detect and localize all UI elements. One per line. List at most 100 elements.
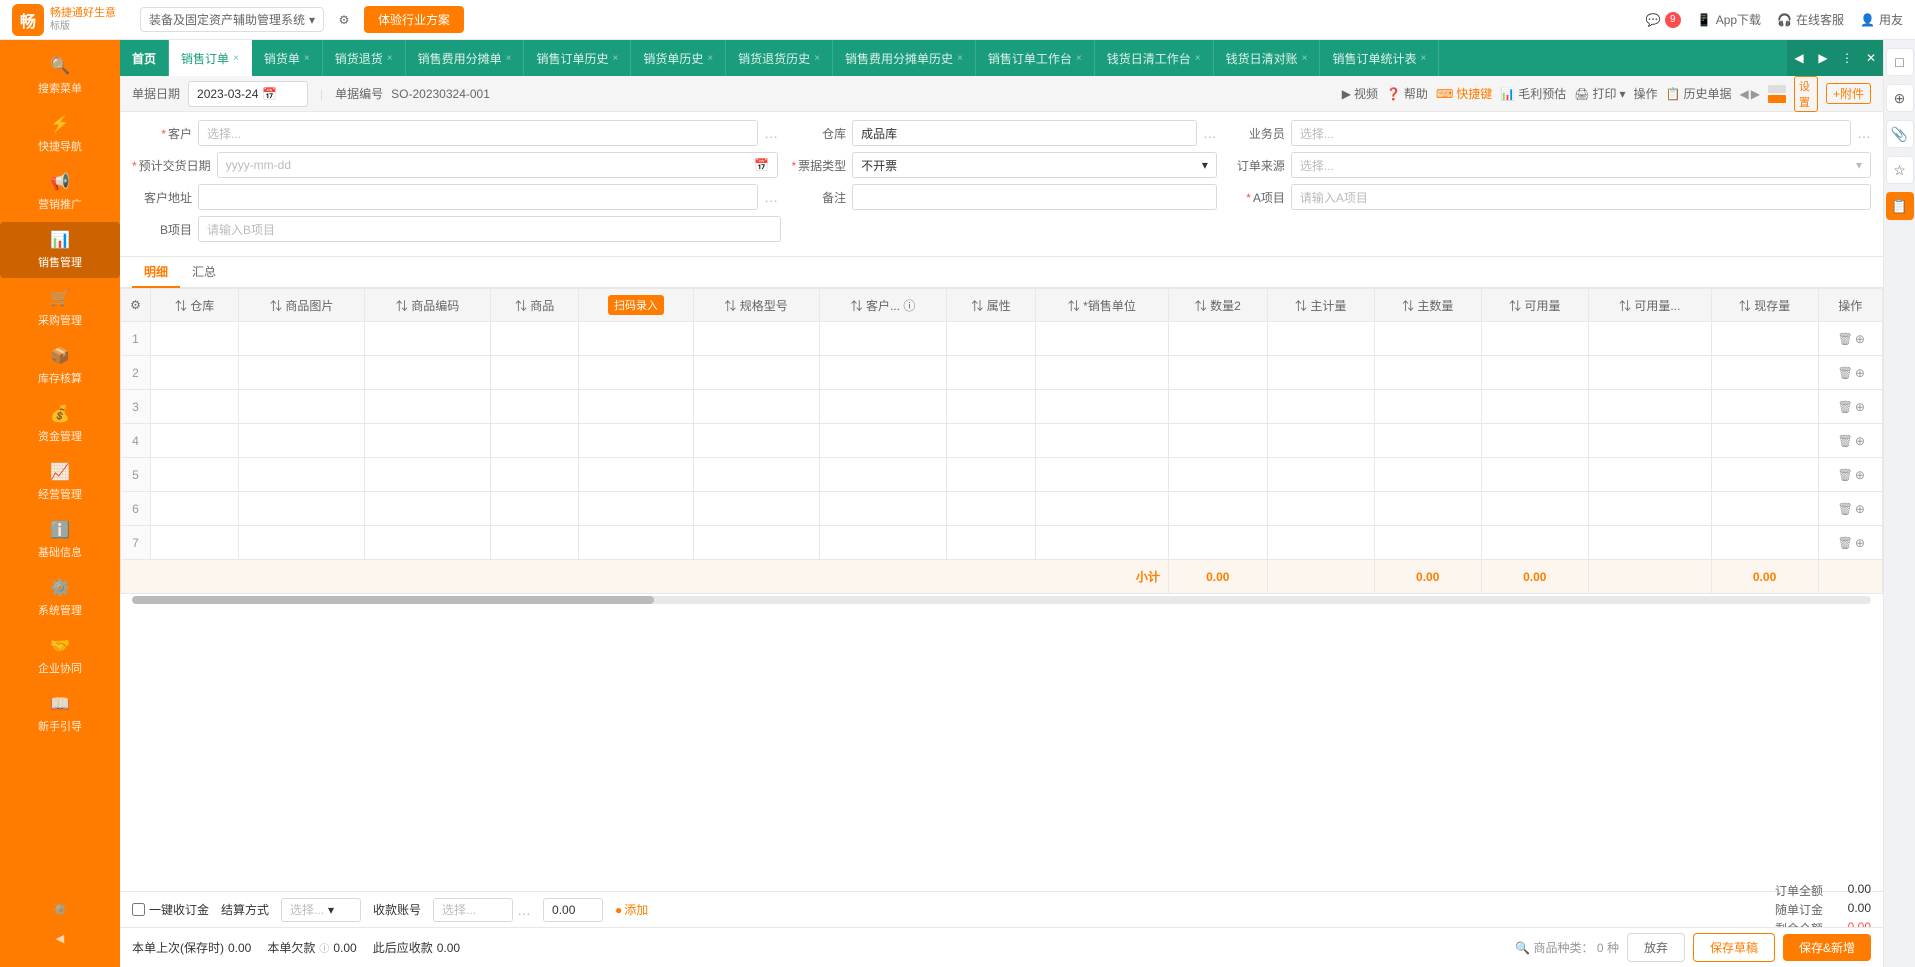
profit-btn[interactable]: 📊 毛利预估 [1500, 85, 1566, 102]
app-download-btn[interactable]: 📱 App下载 [1697, 11, 1761, 28]
close-bill-history-icon[interactable]: × [707, 53, 713, 64]
sidebar-item-search[interactable]: 🔍 搜索菜单 [0, 48, 120, 104]
order-source-select[interactable]: 选择... ▾ [1291, 152, 1871, 178]
layout-list-btn[interactable] [1768, 85, 1786, 93]
operation-btn[interactable]: 操作 [1634, 85, 1658, 102]
tab-return-history[interactable]: 销货退货历史 × [726, 40, 833, 76]
tab-order-history[interactable]: 销售订单历史 × [524, 40, 631, 76]
close-sales-expense-icon[interactable]: × [506, 53, 512, 64]
remarks-input[interactable] [852, 184, 1217, 210]
copy-icon[interactable]: ⊕ [1855, 434, 1865, 448]
copy-icon[interactable]: ⊕ [1855, 468, 1865, 482]
delete-icon[interactable]: 🗑 [1838, 536, 1853, 550]
delete-icon[interactable]: 🗑 [1838, 502, 1853, 516]
th-main-qty[interactable]: ⇅ 主数量 [1374, 289, 1481, 322]
close-sales-bill-icon[interactable]: × [304, 53, 310, 64]
tab-daily-reconcile[interactable]: 钱货日清对账 × [1214, 40, 1321, 76]
date-input[interactable]: 2023-03-24 📅 [188, 81, 308, 107]
help-btn[interactable]: ❓ 帮助 [1386, 85, 1428, 102]
solution-button[interactable]: 体验行业方案 [364, 6, 464, 33]
nav-next-btn[interactable]: ▶ [1811, 40, 1835, 76]
th-available[interactable]: ⇅ 可用量 [1481, 289, 1588, 322]
th-unit[interactable]: ⇅ *销售单位 [1035, 289, 1168, 322]
settings-icon[interactable]: ⚙ [332, 8, 356, 32]
tab-order-stats[interactable]: 销售订单统计表 × [1320, 40, 1439, 76]
sidebar-item-purchase[interactable]: 🛒 采购管理 [0, 280, 120, 336]
delete-icon[interactable]: 🗑 [1838, 332, 1853, 346]
one-click-checkbox-input[interactable] [132, 903, 145, 916]
address-input[interactable] [198, 184, 758, 210]
payment-method-select[interactable]: 选择... ▾ [281, 898, 361, 922]
account-more-icon[interactable]: … [517, 902, 531, 918]
sidebar-item-finance[interactable]: 💰 资金管理 [0, 396, 120, 452]
th-name[interactable]: ⇅ 商品 [491, 289, 579, 322]
tab-order-workbench[interactable]: 销售订单工作台 × [976, 40, 1095, 76]
view-btn[interactable]: ▶ 视频 [1342, 85, 1378, 102]
th-customer-code[interactable]: ⇅ 客户... ⓘ [819, 289, 947, 322]
th-code[interactable]: ⇅ 商品编码 [365, 289, 491, 322]
toolbar-settings-btn[interactable]: 设置 [1794, 82, 1818, 106]
copy-icon[interactable]: ⊕ [1855, 536, 1865, 550]
copy-icon[interactable]: ⊕ [1855, 332, 1865, 346]
salesperson-input[interactable]: 选择... [1291, 120, 1851, 146]
tab-summary[interactable]: 汇总 [180, 257, 228, 288]
delete-icon[interactable]: 🗑 [1838, 366, 1853, 380]
sidebar-settings-btn[interactable]: ⚙️ [47, 897, 73, 922]
attach-btn[interactable]: +附件 [1826, 83, 1871, 104]
delete-icon[interactable]: 🗑 [1838, 434, 1853, 448]
save-new-button[interactable]: 保存&新增 [1783, 934, 1871, 961]
sidebar-item-sales[interactable]: 📊 销售管理 [0, 222, 120, 278]
nav-close-all-btn[interactable]: ✕ [1859, 40, 1883, 76]
th-available2[interactable]: ⇅ 可用量... [1588, 289, 1711, 322]
save-draft-button[interactable]: 保存草稿 [1693, 933, 1775, 962]
close-daily-workbench-icon[interactable]: × [1195, 53, 1201, 64]
th-settings[interactable]: ⚙ [121, 289, 151, 322]
delivery-date-input[interactable]: yyyy-mm-dd 📅 [217, 152, 778, 178]
close-order-stats-icon[interactable]: × [1420, 53, 1426, 64]
message-btn[interactable]: 💬 9 💬 [1646, 12, 1681, 28]
a-project-input[interactable]: 请输入A项目 [1291, 184, 1871, 210]
salesperson-more-icon[interactable]: … [1857, 125, 1871, 141]
system-select[interactable]: 装备及固定资产辅助管理系统 ▾ [140, 7, 324, 32]
tab-sales-order[interactable]: 销售订单 × [169, 40, 252, 76]
sidebar-item-quick-nav[interactable]: ⚡ 快捷导航 [0, 106, 120, 162]
close-order-history-icon[interactable]: × [612, 53, 618, 64]
sidebar-item-operations[interactable]: 📈 经营管理 [0, 454, 120, 510]
tab-sales-bill[interactable]: 销货单 × [252, 40, 323, 76]
th-main-unit[interactable]: ⇅ 主计量 [1267, 289, 1374, 322]
tab-daily-workbench[interactable]: 钱货日清工作台 × [1095, 40, 1214, 76]
tab-sales-expense[interactable]: 销售费用分摊单 × [406, 40, 525, 76]
online-service-btn[interactable]: 🎧 在线客服 [1777, 11, 1844, 28]
warehouse-more-icon[interactable]: … [1203, 125, 1217, 141]
close-daily-reconcile-icon[interactable]: × [1302, 53, 1308, 64]
invoice-type-select[interactable]: 不开票 ▾ [852, 152, 1217, 178]
close-expense-history-icon[interactable]: × [957, 53, 963, 64]
customer-input[interactable]: 选择... [198, 120, 758, 146]
copy-icon[interactable]: ⊕ [1855, 502, 1865, 516]
scrollbar-thumb[interactable] [132, 596, 654, 604]
history-btn[interactable]: 📋 历史单据 [1666, 85, 1732, 102]
th-current[interactable]: ⇅ 现存量 [1711, 289, 1818, 322]
copy-icon[interactable]: ⊕ [1855, 400, 1865, 414]
b-project-input[interactable]: 请输入B项目 [198, 216, 781, 242]
sidebar-item-guide[interactable]: 📖 新手引导 [0, 686, 120, 742]
th-qty2[interactable]: ⇅ 数量2 [1168, 289, 1267, 322]
horizontal-scrollbar[interactable] [132, 596, 1871, 604]
tab-home[interactable]: 首页 [120, 40, 169, 76]
right-panel-icon-1[interactable]: □ [1886, 48, 1914, 76]
close-sales-return-icon[interactable]: × [387, 53, 393, 64]
user-btn[interactable]: 👤 用友 [1860, 11, 1903, 28]
sidebar-item-base-info[interactable]: ℹ️ 基础信息 [0, 512, 120, 568]
right-panel-icon-3[interactable]: 📎 [1886, 120, 1914, 148]
print-btn[interactable]: 🖨 打印 ▾ [1574, 85, 1625, 102]
close-sales-order-icon[interactable]: × [233, 53, 239, 64]
copy-icon[interactable]: ⊕ [1855, 366, 1865, 380]
address-more-icon[interactable]: … [764, 189, 778, 205]
tab-sales-return[interactable]: 销货退货 × [323, 40, 406, 76]
th-attribute[interactable]: ⇅ 属性 [947, 289, 1035, 322]
sidebar-item-cooperation[interactable]: 🤝 企业协同 [0, 628, 120, 684]
sidebar-item-system[interactable]: ⚙️ 系统管理 [0, 570, 120, 626]
discard-button[interactable]: 放弃 [1627, 933, 1685, 962]
th-image[interactable]: ⇅ 商品图片 [239, 289, 365, 322]
close-order-workbench-icon[interactable]: × [1076, 53, 1082, 64]
